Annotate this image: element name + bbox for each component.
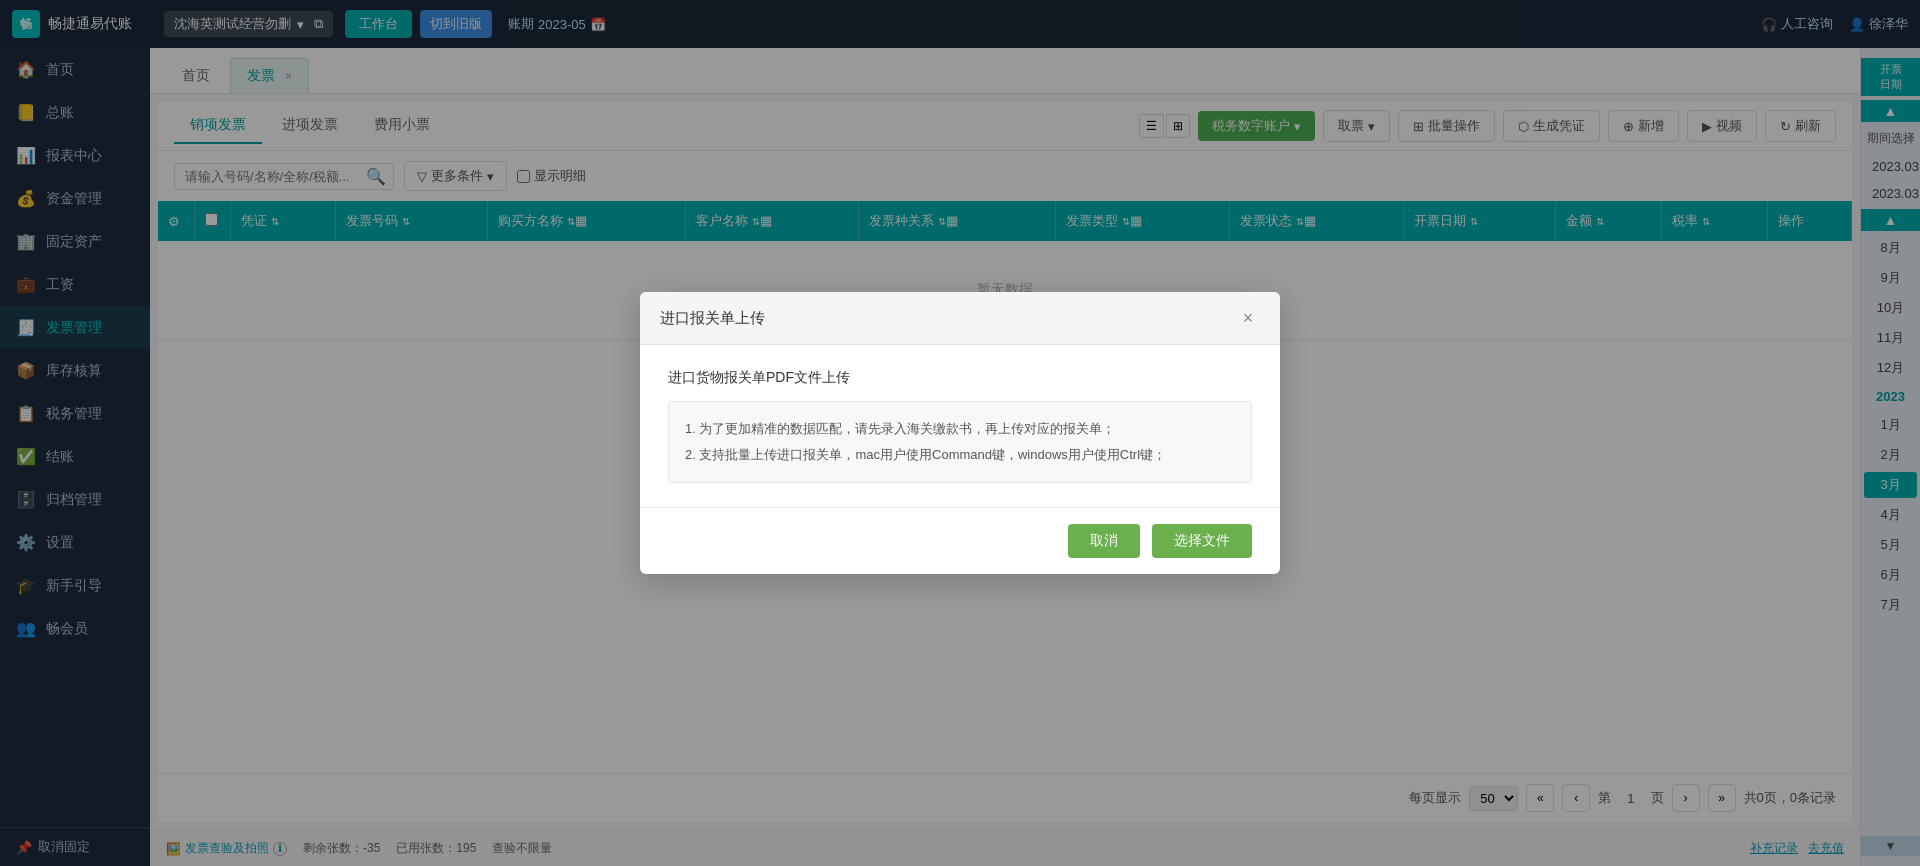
dialog-header: 进口报关单上传 × [640,292,1280,345]
dialog-info-box: 1. 为了更加精准的数据匹配，请先录入海关缴款书，再上传对应的报关单； 2. 支… [668,401,1252,483]
dialog-close-button[interactable]: × [1236,306,1260,330]
dialog-section-title: 进口货物报关单PDF文件上传 [668,369,1252,387]
dialog-cancel-button[interactable]: 取消 [1068,524,1140,558]
modal-overlay[interactable]: 进口报关单上传 × 进口货物报关单PDF文件上传 1. 为了更加精准的数据匹配，… [0,0,1920,866]
dialog-select-file-button[interactable]: 选择文件 [1152,524,1252,558]
dialog-info-item-2: 2. 支持批量上传进口报关单，mac用户使用Command键，windows用户… [685,442,1235,468]
import-customs-dialog: 进口报关单上传 × 进口货物报关单PDF文件上传 1. 为了更加精准的数据匹配，… [640,292,1280,574]
dialog-body: 进口货物报关单PDF文件上传 1. 为了更加精准的数据匹配，请先录入海关缴款书，… [640,345,1280,507]
dialog-footer: 取消 选择文件 [640,507,1280,574]
dialog-title: 进口报关单上传 [660,309,765,328]
dialog-info-item-1: 1. 为了更加精准的数据匹配，请先录入海关缴款书，再上传对应的报关单； [685,416,1235,442]
